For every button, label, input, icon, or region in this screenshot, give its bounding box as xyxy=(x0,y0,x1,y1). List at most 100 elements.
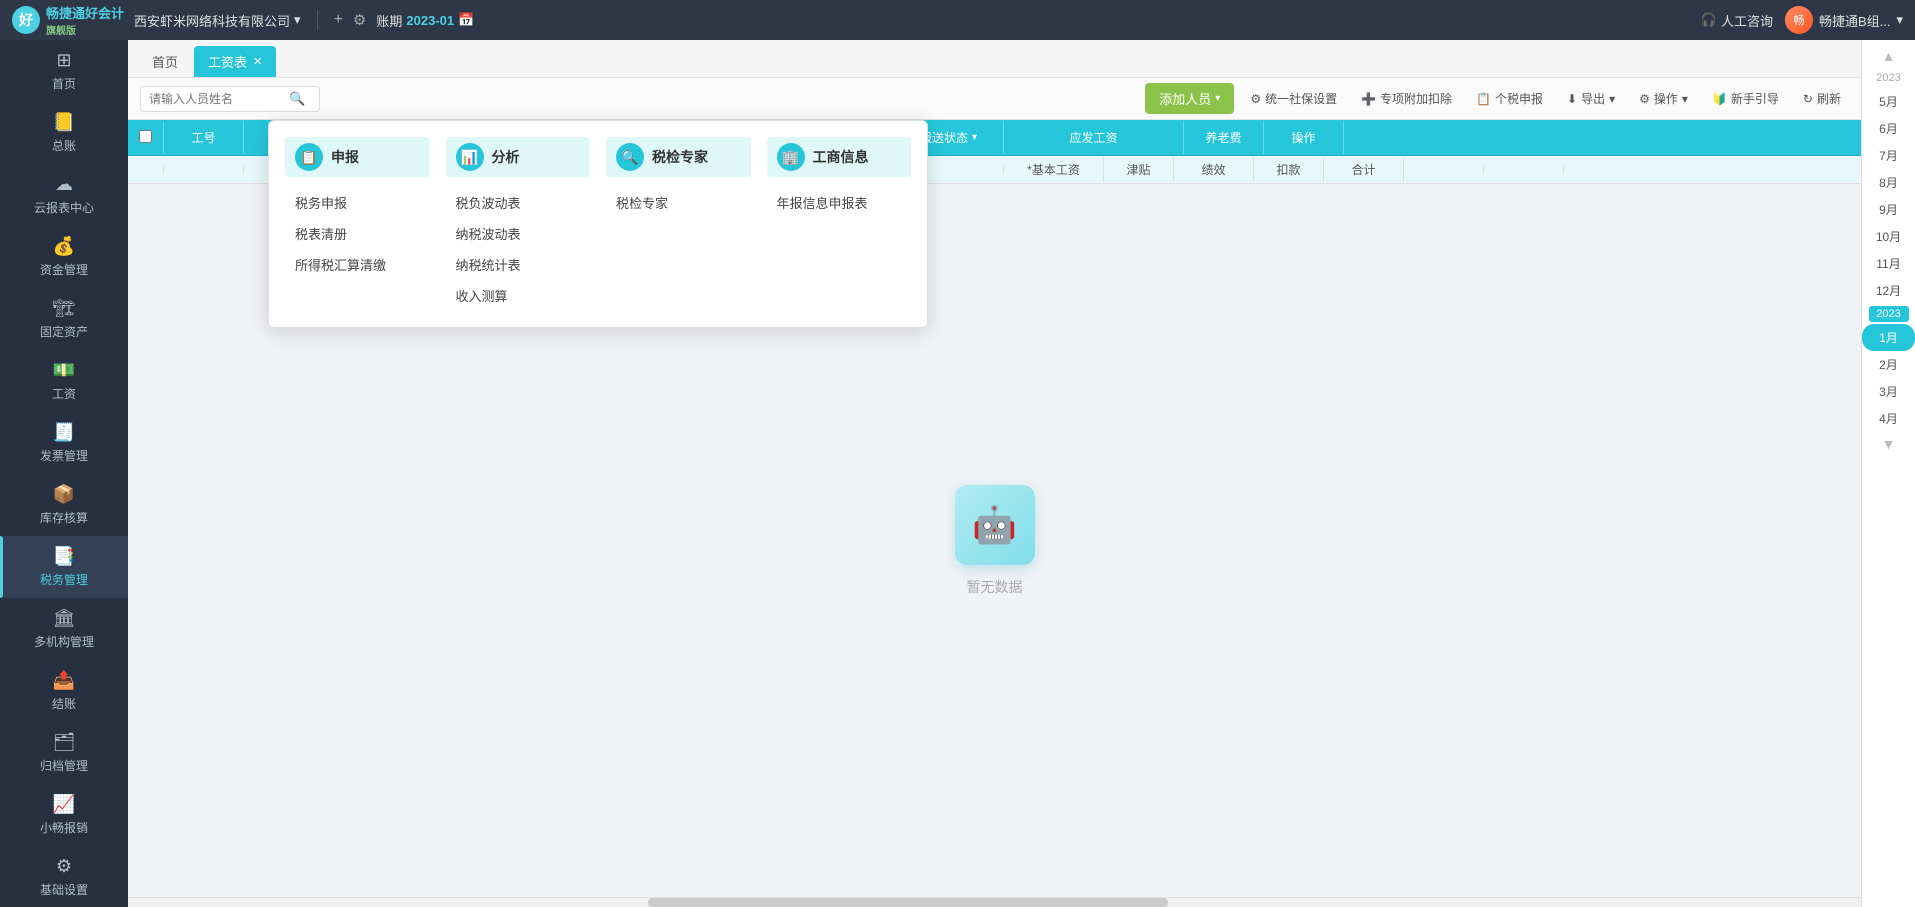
scroll-track[interactable] xyxy=(128,897,1861,907)
dropdown-item-tax-table[interactable]: 税表清册 xyxy=(285,218,430,249)
th-base: *基本工资 xyxy=(1004,157,1104,182)
dropdown-section-shenban: 📋 申报 税务申报 税表清册 所得税汇算清缴 xyxy=(285,137,430,311)
month-2023-5[interactable]: 5月 xyxy=(1862,88,1915,115)
social-settings-btn[interactable]: ⚙ 统一社保设置 xyxy=(1242,86,1345,111)
fenxi-icon: 📊 xyxy=(456,143,484,171)
export-btn[interactable]: ⬇ 导出 ▾ xyxy=(1559,86,1623,111)
dropdown-section-fenxi: 📊 分析 税负波动表 纳税波动表 纳税统计表 收入测算 xyxy=(446,137,591,311)
tab-salary[interactable]: 工资表 ✕ xyxy=(194,46,276,77)
section-title-zhuanjia: 🔍 税检专家 xyxy=(606,137,751,177)
sidebar-item-multi[interactable]: 🏛 多机构管理 xyxy=(0,598,128,660)
dropdown-section-gongshang: 🏢 工商信息 年报信息申报表 xyxy=(767,137,912,311)
month-2025-3[interactable]: 3月 xyxy=(1862,378,1915,405)
dropdown-item-tax-fluctuation[interactable]: 税负波动表 xyxy=(446,187,591,218)
add-button[interactable]: + xyxy=(334,11,343,29)
sidebar: ⊞ 首页 📒 总账 ☁ 云报表中心 💰 资金管理 🏗 固定资产 💵 工资 🧾 发… xyxy=(0,40,128,907)
month-2023-7[interactable]: 7月 xyxy=(1862,142,1915,169)
scroll-thumb[interactable] xyxy=(648,898,1168,907)
tab-home[interactable]: 首页 xyxy=(138,46,192,77)
sidebar-item-tax[interactable]: 📑 税务管理 xyxy=(0,536,128,598)
section-title-gongshang: 🏢 工商信息 xyxy=(767,137,912,177)
sidebar-item-inventory[interactable]: 📦 库存核算 xyxy=(0,474,128,536)
assets-icon: 🏗 xyxy=(53,298,76,319)
month-2023-6[interactable]: 6月 xyxy=(1862,115,1915,142)
search-input[interactable] xyxy=(149,92,289,106)
sidebar-item-fund[interactable]: 💰 资金管理 xyxy=(0,226,128,288)
tab-close-salary[interactable]: ✕ xyxy=(253,55,262,68)
sidebar-item-report[interactable]: 📈 小畅报销 xyxy=(0,784,128,846)
month-2023-8[interactable]: 8月 xyxy=(1862,169,1915,196)
inventory-icon: 📦 xyxy=(53,484,75,505)
zhuanjia-icon: 🔍 xyxy=(616,143,644,171)
checkout-icon: 📤 xyxy=(53,670,75,691)
support-btn[interactable]: 🎧 人工咨询 xyxy=(1701,11,1773,30)
sidebar-item-settings[interactable]: ⚙ 基础设置 xyxy=(0,846,128,907)
salary-icon: 💵 xyxy=(53,360,75,381)
dropdown-item-tax-report[interactable]: 税务申报 xyxy=(285,187,430,218)
th-sub-num xyxy=(164,166,244,174)
dropdown-item-tax-expert[interactable]: 税检专家 xyxy=(606,187,751,218)
app-logo: 好 畅捷通好会计 旗舰版 xyxy=(12,3,124,37)
topbar-actions: 🎧 人工咨询 畅 畅捷通B组... ▾ xyxy=(1701,6,1903,34)
dropdown-item-income-tax[interactable]: 所得税汇算清缴 xyxy=(285,249,430,280)
report-icon: 📈 xyxy=(53,794,75,815)
th-total: 合计 xyxy=(1324,157,1404,182)
sidebar-item-assets[interactable]: 🏗 固定资产 xyxy=(0,288,128,350)
sidebar-item-cloud[interactable]: ☁ 云报表中心 xyxy=(0,164,128,226)
cloud-icon: ☁ xyxy=(55,174,73,195)
month-2025-4[interactable]: 4月 xyxy=(1862,405,1915,432)
dropdown-item-tax-statistics[interactable]: 纳税统计表 xyxy=(446,249,591,280)
operation-btn[interactable]: ⚙ 操作 ▾ xyxy=(1631,86,1696,111)
main-layout: ⊞ 首页 📒 总账 ☁ 云报表中心 💰 资金管理 🏗 固定资产 💵 工资 🧾 发… xyxy=(0,40,1915,907)
right-panel: ▲ 2023 5月 6月 7月 8月 9月 10月 11月 12月 2023 1… xyxy=(1861,40,1915,907)
dropdown-sections: 📋 申报 税务申报 税表清册 所得税汇算清缴 📊 分析 税负波动表 纳税波动表 … xyxy=(285,137,911,311)
th-salary-group: 应发工资 xyxy=(1004,121,1184,154)
logo-text: 畅捷通好会计 旗舰版 xyxy=(46,3,124,37)
right-panel-down[interactable]: ▼ xyxy=(1878,432,1900,456)
sidebar-item-salary[interactable]: 💵 工资 xyxy=(0,350,128,412)
dropdown-item-tax-payment-fluctuation[interactable]: 纳税波动表 xyxy=(446,218,591,249)
dropdown-item-annual-report[interactable]: 年报信息申报表 xyxy=(767,187,912,218)
dropdown-menu: 📋 申报 税务申报 税表清册 所得税汇算清缴 📊 分析 税负波动表 纳税波动表 … xyxy=(268,120,928,328)
sidebar-item-ledger[interactable]: 📒 总账 xyxy=(0,102,128,164)
th-checkbox[interactable] xyxy=(128,122,164,154)
tax-report-btn[interactable]: 📋 个税申报 xyxy=(1468,86,1551,111)
month-2023-12[interactable]: 12月 xyxy=(1862,277,1915,304)
sidebar-item-archive[interactable]: 🗂 归档管理 xyxy=(0,722,128,784)
ledger-icon: 📒 xyxy=(53,112,75,133)
section-title-shenban: 📋 申报 xyxy=(285,137,430,177)
multi-icon: 🏛 xyxy=(53,608,76,629)
month-2023-10[interactable]: 10月 xyxy=(1862,223,1915,250)
add-dropdown-icon: ▾ xyxy=(1215,93,1220,104)
settings-button[interactable]: ⚙ xyxy=(353,11,366,29)
home-icon: ⊞ xyxy=(56,50,71,71)
settings-icon: ⚙ xyxy=(56,856,72,877)
search-box[interactable]: 🔍 xyxy=(140,86,320,112)
month-2023-9[interactable]: 9月 xyxy=(1862,196,1915,223)
archive-icon: 🗂 xyxy=(53,732,76,753)
month-2023-11[interactable]: 11月 xyxy=(1862,250,1915,277)
company-selector[interactable]: 西安虾米网络科技有限公司 ▾ xyxy=(134,11,301,30)
add-person-button[interactable]: 添加人员 ▾ xyxy=(1145,83,1234,114)
main-area: 首页 工资表 ✕ 🔍 添加人员 ▾ ⚙ 统一社保设置 ➕ xyxy=(128,40,1861,907)
dropdown-item-income-forecast[interactable]: 收入测算 xyxy=(446,280,591,311)
sidebar-item-invoice[interactable]: 🧾 发票管理 xyxy=(0,412,128,474)
tabbar: 首页 工资表 ✕ xyxy=(128,40,1861,78)
sidebar-item-checkout[interactable]: 📤 结账 xyxy=(0,660,128,722)
section-title-fenxi: 📊 分析 xyxy=(446,137,591,177)
period-selector[interactable]: 账期 2023-01 📅 xyxy=(376,11,474,30)
sidebar-item-home[interactable]: ⊞ 首页 xyxy=(0,40,128,102)
guide-btn[interactable]: 🔰 新手引导 xyxy=(1704,86,1787,111)
user-menu[interactable]: 畅 畅捷通B组... ▾ xyxy=(1785,6,1903,34)
month-2023-1[interactable]: 1月 xyxy=(1862,324,1915,351)
special-deduct-btn[interactable]: ➕ 专项附加扣除 xyxy=(1353,86,1460,111)
search-icon: 🔍 xyxy=(289,91,305,107)
toolbar: 🔍 添加人员 ▾ ⚙ 统一社保设置 ➕ 专项附加扣除 📋 个税申报 ⬇ 导出 xyxy=(128,78,1861,120)
select-all-checkbox[interactable] xyxy=(139,130,152,143)
month-2025-2[interactable]: 2月 xyxy=(1862,351,1915,378)
th-deduct: 扣款 xyxy=(1254,157,1324,182)
right-panel-up[interactable]: ▲ xyxy=(1878,44,1900,68)
right-panel-year-2023: 2023 xyxy=(1872,68,1904,88)
gongshang-icon: 🏢 xyxy=(777,143,805,171)
refresh-btn[interactable]: ↻ 刷新 xyxy=(1795,86,1849,111)
